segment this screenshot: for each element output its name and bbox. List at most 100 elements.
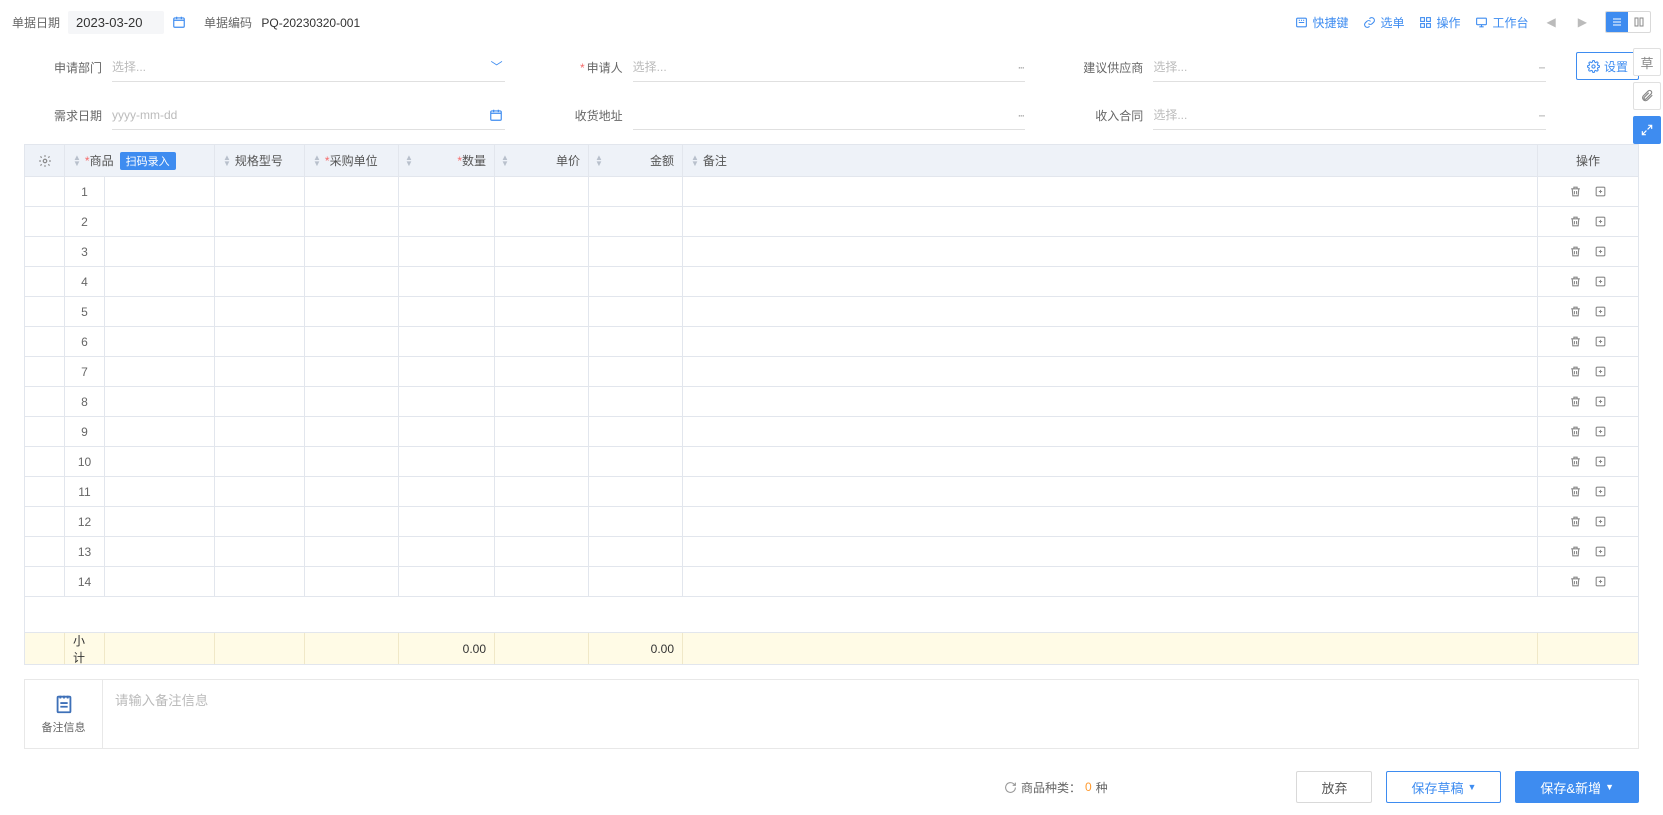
table-row[interactable]: 2 — [25, 207, 1638, 237]
cell-unit[interactable] — [305, 507, 399, 536]
applicant-select[interactable]: 选择... ··· — [633, 52, 1026, 82]
cell-price[interactable] — [495, 357, 589, 386]
cell-remark[interactable] — [683, 297, 1538, 326]
cell-price[interactable] — [495, 417, 589, 446]
cell-price[interactable] — [495, 447, 589, 476]
remarks-tab[interactable]: 备注信息 — [25, 680, 103, 748]
cell-amount[interactable] — [589, 477, 683, 506]
row-add-button[interactable] — [1594, 275, 1607, 288]
cell-spec[interactable] — [215, 297, 305, 326]
cell-qty[interactable] — [399, 447, 495, 476]
cell-amount[interactable] — [589, 507, 683, 536]
cell-spec[interactable] — [215, 537, 305, 566]
cell-product[interactable] — [105, 537, 215, 566]
dept-select[interactable]: 选择... ﹀ — [112, 52, 505, 82]
cell-unit[interactable] — [305, 567, 399, 596]
cell-qty[interactable] — [399, 237, 495, 266]
cell-qty[interactable] — [399, 327, 495, 356]
supplier-select[interactable]: 选择... ··· — [1153, 52, 1546, 82]
cell-price[interactable] — [495, 477, 589, 506]
table-row[interactable]: 10 — [25, 447, 1638, 477]
col-qty[interactable]: ▲▼*数量 — [399, 145, 495, 176]
cell-remark[interactable] — [683, 267, 1538, 296]
cell-amount[interactable] — [589, 537, 683, 566]
cell-spec[interactable] — [215, 507, 305, 536]
cell-spec[interactable] — [215, 567, 305, 596]
cell-product[interactable] — [105, 387, 215, 416]
cell-price[interactable] — [495, 207, 589, 236]
cell-price[interactable] — [495, 567, 589, 596]
row-delete-button[interactable] — [1569, 365, 1582, 378]
row-add-button[interactable] — [1594, 335, 1607, 348]
col-spec[interactable]: ▲▼规格型号 — [215, 145, 305, 176]
prev-doc-button[interactable]: ◀ — [1543, 15, 1560, 29]
col-remark[interactable]: ▲▼备注 — [683, 145, 1538, 176]
row-delete-button[interactable] — [1569, 245, 1582, 258]
row-delete-button[interactable] — [1569, 485, 1582, 498]
cell-remark[interactable] — [683, 477, 1538, 506]
save-new-button[interactable]: 保存&新增▼ — [1515, 771, 1639, 803]
table-row[interactable]: 11 — [25, 477, 1638, 507]
row-add-button[interactable] — [1594, 515, 1607, 528]
cell-remark[interactable] — [683, 207, 1538, 236]
cell-qty[interactable] — [399, 537, 495, 566]
row-delete-button[interactable] — [1569, 395, 1582, 408]
table-row[interactable]: 9 — [25, 417, 1638, 447]
row-delete-button[interactable] — [1569, 305, 1582, 318]
row-delete-button[interactable] — [1569, 425, 1582, 438]
cell-unit[interactable] — [305, 327, 399, 356]
cell-product[interactable] — [105, 357, 215, 386]
calendar-icon[interactable] — [172, 15, 186, 29]
cell-price[interactable] — [495, 267, 589, 296]
cell-remark[interactable] — [683, 237, 1538, 266]
cell-remark[interactable] — [683, 507, 1538, 536]
cell-spec[interactable] — [215, 267, 305, 296]
row-add-button[interactable] — [1594, 185, 1607, 198]
cell-qty[interactable] — [399, 477, 495, 506]
cell-amount[interactable] — [589, 177, 683, 206]
cell-unit[interactable] — [305, 537, 399, 566]
cell-unit[interactable] — [305, 387, 399, 416]
cell-remark[interactable] — [683, 567, 1538, 596]
cell-unit[interactable] — [305, 477, 399, 506]
cell-spec[interactable] — [215, 447, 305, 476]
cell-spec[interactable] — [215, 327, 305, 356]
sort-icon[interactable]: ▲▼ — [691, 155, 699, 167]
cell-spec[interactable] — [215, 237, 305, 266]
cell-price[interactable] — [495, 507, 589, 536]
shortcut-button[interactable]: 快捷键 — [1294, 14, 1348, 31]
cell-qty[interactable] — [399, 507, 495, 536]
cell-amount[interactable] — [589, 417, 683, 446]
cell-remark[interactable] — [683, 417, 1538, 446]
cell-unit[interactable] — [305, 237, 399, 266]
row-delete-button[interactable] — [1569, 515, 1582, 528]
view-list-button[interactable] — [1606, 12, 1628, 32]
sort-icon[interactable]: ▲▼ — [501, 155, 509, 167]
sort-icon[interactable]: ▲▼ — [405, 155, 413, 167]
cell-amount[interactable] — [589, 447, 683, 476]
cell-price[interactable] — [495, 297, 589, 326]
sort-icon[interactable]: ▲▼ — [73, 155, 81, 167]
cell-unit[interactable] — [305, 357, 399, 386]
cell-product[interactable] — [105, 237, 215, 266]
row-delete-button[interactable] — [1569, 575, 1582, 588]
row-delete-button[interactable] — [1569, 185, 1582, 198]
cell-price[interactable] — [495, 537, 589, 566]
remarks-input[interactable] — [103, 680, 1638, 748]
row-delete-button[interactable] — [1569, 455, 1582, 468]
next-doc-button[interactable]: ▶ — [1574, 15, 1591, 29]
row-add-button[interactable] — [1594, 455, 1607, 468]
cell-product[interactable] — [105, 207, 215, 236]
select-doc-button[interactable]: 选单 — [1362, 14, 1404, 31]
table-row[interactable]: 7 — [25, 357, 1638, 387]
cell-product[interactable] — [105, 297, 215, 326]
cell-unit[interactable] — [305, 177, 399, 206]
cell-amount[interactable] — [589, 297, 683, 326]
cell-qty[interactable] — [399, 357, 495, 386]
cell-spec[interactable] — [215, 177, 305, 206]
table-row[interactable]: 14 — [25, 567, 1638, 597]
cell-product[interactable] — [105, 447, 215, 476]
row-add-button[interactable] — [1594, 545, 1607, 558]
cell-amount[interactable] — [589, 237, 683, 266]
cell-amount[interactable] — [589, 567, 683, 596]
